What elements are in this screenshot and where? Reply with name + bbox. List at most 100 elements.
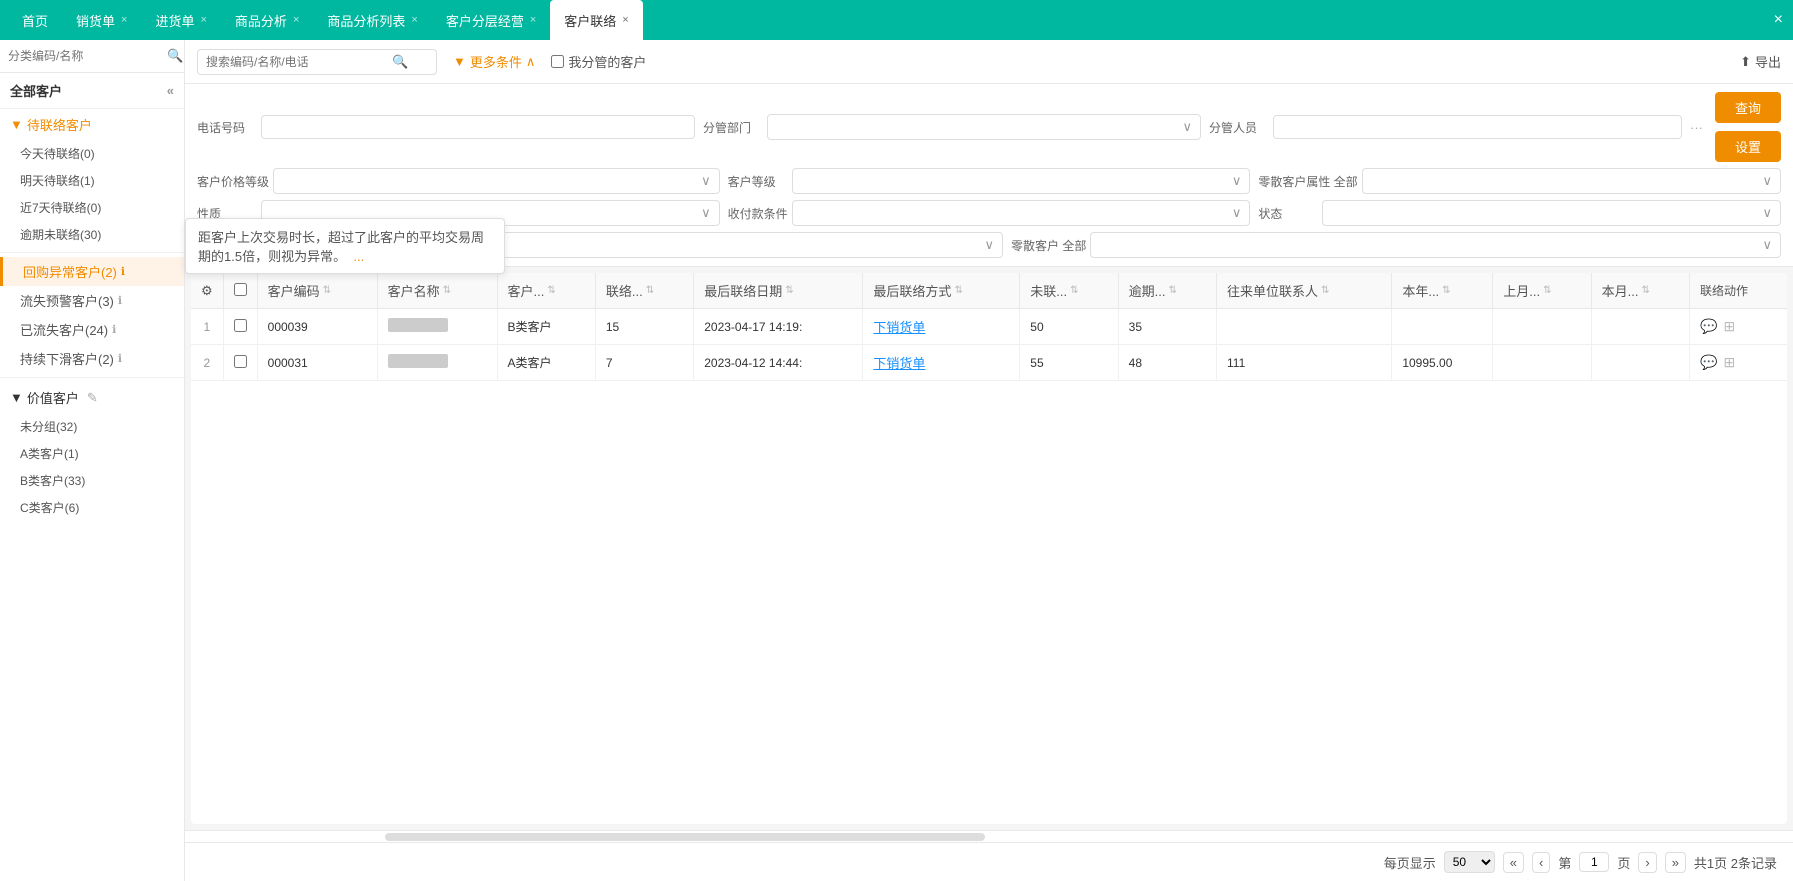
last-method-link[interactable]: 下销货单	[873, 320, 925, 335]
row-code: 000039	[257, 309, 377, 345]
tooltip-more[interactable]: ...	[353, 249, 364, 264]
tooltip-box: 距客户上次交易时长，超过了此客户的平均交易周期的1.5倍，则视为异常。 ...	[185, 218, 505, 274]
row-code: 000031	[257, 345, 377, 381]
row-last-month	[1493, 345, 1591, 381]
nav-sales[interactable]: 销货单 ×	[62, 0, 141, 40]
first-page-button[interactable]: «	[1503, 852, 1524, 873]
horizontal-scrollbar[interactable]	[185, 830, 1793, 842]
sidebar-item-repurchase-abnormal[interactable]: 回购异常客户(2) ℹ	[0, 257, 184, 286]
window-close-button[interactable]: ×	[1774, 11, 1783, 29]
nav-home[interactable]: 首页	[8, 0, 62, 40]
scatter-attr-select[interactable]: ∨	[1362, 168, 1781, 194]
nav-customer-contact[interactable]: 客户联络 ×	[550, 0, 642, 40]
sidebar-item-classB[interactable]: B类客户(33)	[0, 467, 184, 494]
sidebar-search-icon[interactable]: 🔍	[167, 48, 183, 64]
nav-purchase[interactable]: 进货单 ×	[141, 0, 220, 40]
chevron-down-icon-8: ∨	[984, 237, 994, 253]
sidebar-item-classA[interactable]: A类客户(1)	[0, 440, 184, 467]
status-select[interactable]: ∨	[1322, 200, 1781, 226]
sort-icon-code[interactable]: ⇅	[323, 285, 331, 296]
sidebar-item-today[interactable]: 今天待联络(0)	[0, 140, 184, 167]
select-all-checkbox[interactable]	[234, 283, 247, 296]
search-button[interactable]: 🔍	[392, 54, 408, 70]
more-filter-button[interactable]: ▼ 更多条件 ∧	[445, 48, 543, 75]
sidebar-item-tomorrow[interactable]: 明天待联络(1)	[0, 167, 184, 194]
nav-customer-tier-close[interactable]: ×	[530, 14, 536, 26]
action-chat-icon[interactable]: 💬	[1700, 318, 1717, 335]
nav-customer-tier[interactable]: 客户分层经营 ×	[432, 0, 550, 40]
last-method-link[interactable]: 下销货单	[873, 356, 925, 371]
prev-page-button[interactable]: ‹	[1532, 852, 1550, 873]
filter-scatter-attr: 零散客户属性 全部 ∨	[1258, 168, 1781, 194]
search-input[interactable]	[206, 55, 386, 69]
action-more-icon[interactable]: ⊞	[1723, 354, 1735, 371]
customer-level-select[interactable]: ∨	[792, 168, 1251, 194]
my-customer-checkbox-area[interactable]: 我分管的客户	[551, 52, 646, 71]
next-page-button[interactable]: ›	[1638, 852, 1656, 873]
sidebar-item-churn-warning[interactable]: 流失预警客户(3) ℹ	[0, 286, 184, 315]
sort-icon-thisyear[interactable]: ⇅	[1442, 285, 1450, 296]
sidebar-group-value[interactable]: ▼ 价值客户 ✎	[0, 382, 184, 413]
nav-product-analysis-close[interactable]: ×	[293, 14, 299, 26]
price-level-select[interactable]: ∨	[273, 168, 720, 194]
sidebar-item-ungroup[interactable]: 未分组(32)	[0, 413, 184, 440]
export-button[interactable]: ⬆ 导出	[1740, 52, 1781, 71]
sort-icon-overdue[interactable]: ⇅	[1168, 285, 1176, 296]
row-level: B类客户	[497, 309, 595, 345]
settings-button[interactable]: 设置	[1715, 131, 1781, 162]
query-button[interactable]: 查询	[1715, 92, 1781, 123]
nav-customer-contact-close[interactable]: ×	[622, 14, 628, 26]
gear-icon[interactable]: ⚙	[201, 283, 213, 298]
nav-product-analysis[interactable]: 商品分析 ×	[221, 0, 313, 40]
arrow-icon: ▼	[10, 117, 23, 132]
sort-icon-uncontacted[interactable]: ⇅	[1070, 285, 1078, 296]
person-input[interactable]	[1273, 115, 1682, 139]
scatter-customer-select[interactable]: ∨	[1090, 232, 1781, 258]
sort-icon-level[interactable]: ⇅	[547, 285, 555, 296]
payment-select[interactable]: ∨	[792, 200, 1251, 226]
sidebar-divider-1	[0, 252, 184, 253]
filter-person: 分管人员 ···	[1209, 115, 1707, 139]
scrollbar-thumb[interactable]	[385, 833, 985, 841]
row-uncontacted: 55	[1020, 345, 1118, 381]
last-page-button[interactable]: »	[1665, 852, 1686, 873]
nav-product-list-close[interactable]: ×	[411, 14, 417, 26]
dept-select[interactable]: ∨	[767, 114, 1201, 140]
sort-icon-thismonth[interactable]: ⇅	[1642, 285, 1650, 296]
sidebar-item-classC[interactable]: C类客户(6)	[0, 494, 184, 521]
person-dots[interactable]: ···	[1686, 120, 1707, 135]
action-more-icon[interactable]: ⊞	[1723, 318, 1735, 335]
sort-icon-lastdate[interactable]: ⇅	[785, 285, 793, 296]
action-chat-icon[interactable]: 💬	[1700, 354, 1717, 371]
my-customer-checkbox[interactable]	[551, 55, 564, 68]
edit-icon[interactable]: ✎	[87, 390, 98, 406]
row-num: 2	[191, 345, 223, 381]
sidebar-search-input[interactable]	[8, 49, 163, 63]
sidebar-group-pending-contact[interactable]: ▼ 待联络客户	[0, 109, 184, 140]
export-icon: ⬆	[1740, 54, 1751, 70]
sort-icon-lastmonth[interactable]: ⇅	[1543, 285, 1551, 296]
row-actions: 💬 ⊞	[1690, 309, 1787, 345]
nav-sales-close[interactable]: ×	[121, 14, 127, 26]
sort-icon-lastmethod[interactable]: ⇅	[954, 285, 962, 296]
row-contact2	[1217, 309, 1392, 345]
nav-purchase-close[interactable]: ×	[200, 14, 206, 26]
all-customers-header: 全部客户 «	[0, 73, 184, 109]
sidebar-item-declining[interactable]: 持续下滑客户(2) ℹ	[0, 344, 184, 373]
sort-icon-contact[interactable]: ⇅	[646, 285, 654, 296]
sort-icon-name[interactable]: ⇅	[443, 285, 451, 296]
sidebar-item-churned[interactable]: 已流失客户(24) ℹ	[0, 315, 184, 344]
sidebar-item-7days[interactable]: 近7天待联络(0)	[0, 194, 184, 221]
table-header-row: ⚙ 客户编码⇅ 客户名称⇅ 客户...⇅	[191, 273, 1787, 309]
th-contact-count: 联络...⇅	[595, 273, 693, 309]
sidebar-collapse-icon[interactable]: «	[167, 83, 174, 98]
per-page-select[interactable]: 50 100	[1444, 851, 1495, 873]
row-checkbox[interactable]	[234, 355, 247, 368]
phone-input[interactable]	[261, 115, 695, 139]
nav-product-list[interactable]: 商品分析列表 ×	[313, 0, 431, 40]
row-checkbox[interactable]	[234, 319, 247, 332]
sidebar-item-overdue[interactable]: 逾期未联络(30)	[0, 221, 184, 248]
th-last-date: 最后联络日期⇅	[694, 273, 863, 309]
page-number-input[interactable]	[1579, 852, 1609, 872]
sort-icon-contact2[interactable]: ⇅	[1321, 285, 1329, 296]
